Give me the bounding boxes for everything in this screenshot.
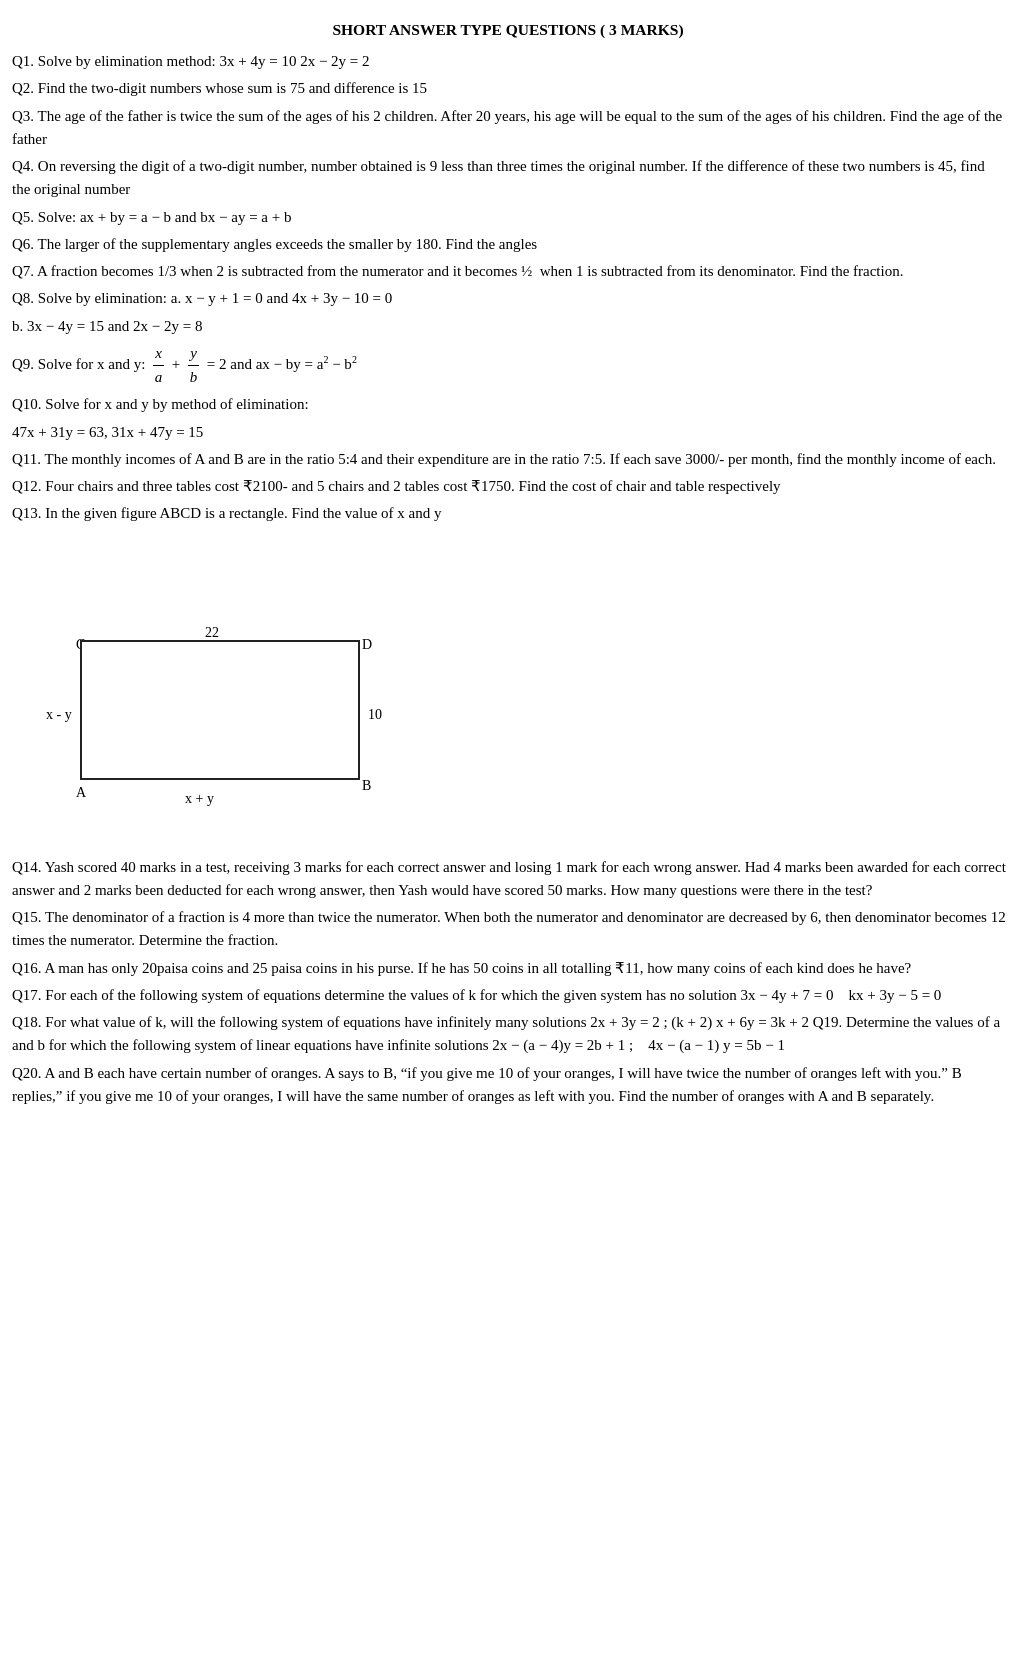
label-xy-left: x - y bbox=[46, 704, 72, 726]
q13-text: Q13. In the given figure ABCD is a recta… bbox=[12, 502, 1006, 525]
q7-text: Q7. A fraction becomes 1/3 when 2 is sub… bbox=[12, 260, 1006, 283]
question-q11: Q11. The monthly incomes of A and B are … bbox=[10, 448, 1006, 471]
label-B: B bbox=[362, 775, 371, 797]
question-q18: Q18. For what value of k, will the follo… bbox=[10, 1011, 1006, 1058]
question-q8b: b. 3x − 4y = 15 and 2x − 2y = 8 bbox=[10, 315, 1006, 338]
question-q15: Q15. The denominator of a fraction is 4 … bbox=[10, 906, 1006, 953]
question-q16: Q16. A man has only 20paisa coins and 25… bbox=[10, 957, 1006, 980]
question-q2: Q2. Find the two-digit numbers whose sum… bbox=[10, 77, 1006, 100]
question-q7: Q7. A fraction becomes 1/3 when 2 is sub… bbox=[10, 260, 1006, 283]
question-q3: Q3. The age of the father is twice the s… bbox=[10, 105, 1006, 152]
question-q12: Q12. Four chairs and three tables cost ₹… bbox=[10, 475, 1006, 498]
question-q13: Q13. In the given figure ABCD is a recta… bbox=[10, 502, 1006, 525]
q3-text: Q3. The age of the father is twice the s… bbox=[12, 105, 1006, 152]
rect-diagram: C D A B 22 10 x - y x + y bbox=[40, 620, 400, 820]
question-q10: Q10. Solve for x and y by method of elim… bbox=[10, 393, 1006, 416]
q17-text: Q17. For each of the following system of… bbox=[12, 984, 1006, 1007]
rectangle-box bbox=[80, 640, 360, 780]
q20-text: Q20. A and B each have certain number of… bbox=[12, 1062, 1006, 1109]
question-q20: Q20. A and B each have certain number of… bbox=[10, 1062, 1006, 1109]
q12-text: Q12. Four chairs and three tables cost ₹… bbox=[12, 475, 1006, 498]
question-q17: Q17. For each of the following system of… bbox=[10, 984, 1006, 1007]
q8a-text: Q8. Solve by elimination: a. x − y + 1 =… bbox=[12, 287, 1006, 310]
q10b-text: 47x + 31y = 63, 31x + 47y = 15 bbox=[12, 421, 1006, 444]
question-q8a: Q8. Solve by elimination: a. x − y + 1 =… bbox=[10, 287, 1006, 310]
q4-text: Q4. On reversing the digit of a two-digi… bbox=[12, 155, 1006, 202]
question-q6: Q6. The larger of the supplementary angl… bbox=[10, 233, 1006, 256]
q6-text: Q6. The larger of the supplementary angl… bbox=[12, 233, 1006, 256]
question-q5: Q5. Solve: ax + by = a − b and bx − ay =… bbox=[10, 206, 1006, 229]
q9-frac2: yb bbox=[188, 342, 200, 390]
question-q1: Q1. Solve by elimination method: 3x + 4y… bbox=[10, 50, 1006, 73]
q2-text: Q2. Find the two-digit numbers whose sum… bbox=[12, 77, 1006, 100]
q16-text: Q16. A man has only 20paisa coins and 25… bbox=[12, 957, 1006, 980]
q11-text: Q11. The monthly incomes of A and B are … bbox=[12, 448, 1006, 471]
q9-frac: xa bbox=[153, 342, 165, 390]
question-q10b: 47x + 31y = 63, 31x + 47y = 15 bbox=[10, 421, 1006, 444]
question-q9: Q9. Solve for x and y: xa + yb = 2 and a… bbox=[10, 342, 1006, 390]
q9-text: Q9. Solve for x and y: bbox=[12, 356, 149, 372]
question-q14: Q14. Yash scored 40 marks in a test, rec… bbox=[10, 856, 1006, 903]
page-title: SHORT ANSWER TYPE QUESTIONS ( 3 MARKS) bbox=[10, 18, 1006, 42]
question-q4: Q4. On reversing the digit of a two-digi… bbox=[10, 155, 1006, 202]
q8b-text: b. 3x − 4y = 15 and 2x − 2y = 8 bbox=[12, 315, 1006, 338]
label-10: 10 bbox=[368, 704, 382, 726]
q5-text: Q5. Solve: ax + by = a − b and bx − ay =… bbox=[12, 206, 1006, 229]
q14-text: Q14. Yash scored 40 marks in a test, rec… bbox=[12, 856, 1006, 903]
q1-text: Q1. Solve by elimination method: 3x + 4y… bbox=[12, 50, 1006, 73]
q10-text: Q10. Solve for x and y by method of elim… bbox=[12, 393, 1006, 416]
q18-text: Q18. For what value of k, will the follo… bbox=[12, 1011, 1006, 1058]
label-A: A bbox=[76, 782, 86, 804]
q15-text: Q15. The denominator of a fraction is 4 … bbox=[12, 906, 1006, 953]
label-xy-bottom: x + y bbox=[185, 788, 214, 810]
label-D: D bbox=[362, 634, 372, 656]
